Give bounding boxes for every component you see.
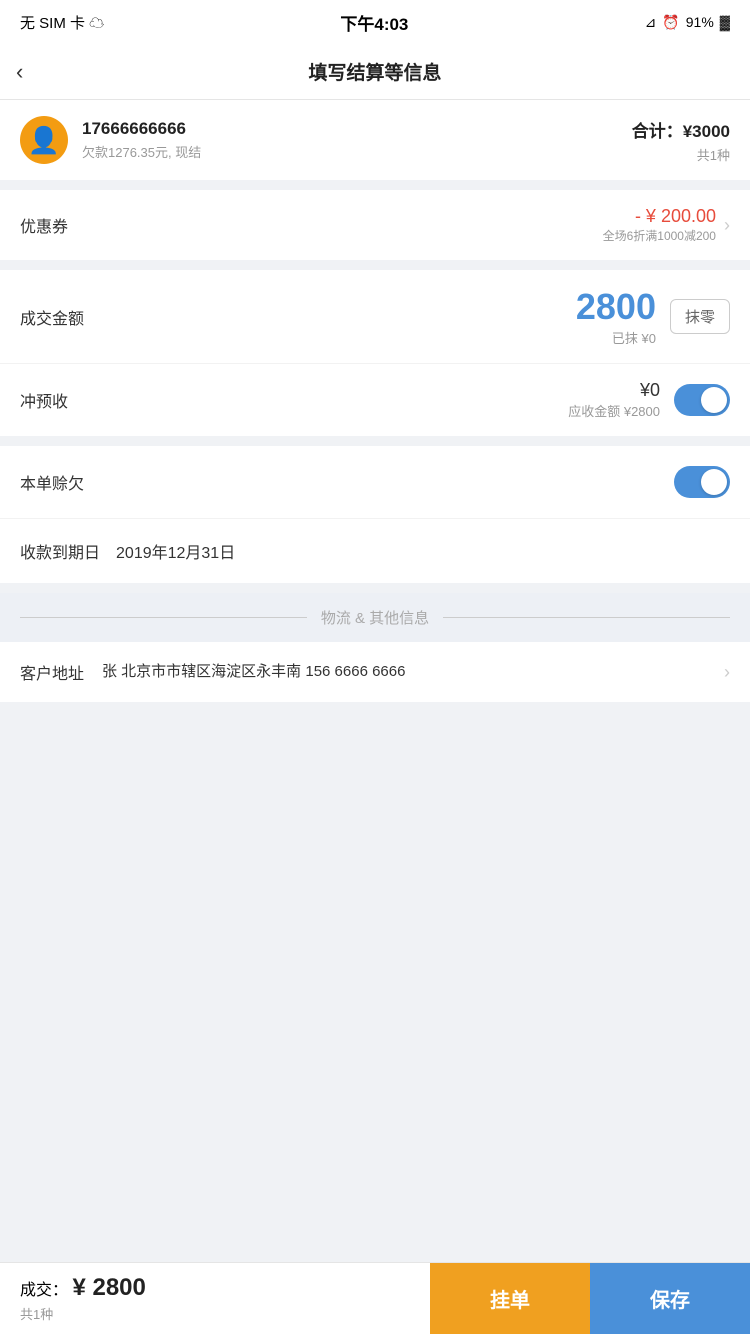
coupon-label: 优惠券: [20, 213, 68, 237]
address-value: 张 北京市市辖区海淀区永丰南 156 6666 6666: [102, 661, 724, 684]
status-right: ⊿ ⏰ 91% ▓: [645, 14, 730, 31]
filler-area: [0, 712, 750, 912]
address-chevron-icon: ›: [724, 662, 730, 683]
due-date-label: 收款到期日: [20, 539, 100, 563]
chevron-right-icon: ›: [724, 215, 730, 236]
status-left: 无 SIM 卡 ☁: [20, 12, 104, 33]
nav-bar: ‹ 填写结算等信息: [0, 44, 750, 100]
bottom-deal-label: 成交： ¥ 2800: [20, 1274, 410, 1302]
prepay-row: 冲预收 ¥0 应收金额 ¥2800: [0, 363, 750, 436]
status-bar: 无 SIM 卡 ☁ 下午4:03 ⊿ ⏰ 91% ▓: [0, 0, 750, 44]
logistics-divider: 物流 & 其他信息: [20, 607, 730, 628]
prepay-value: ¥0: [568, 380, 660, 401]
status-time: 下午4:03: [340, 10, 408, 35]
deal-amount-label: 成交金额: [20, 305, 84, 329]
prepay-toggle[interactable]: [674, 384, 730, 416]
deal-prefix: 成交：: [20, 1282, 68, 1299]
debt-label: 本单赊欠: [20, 470, 84, 494]
toggle-knob: [701, 387, 727, 413]
customer-sub: 欠款1276.35元, 现结: [82, 142, 632, 161]
prepay-sub: 应收金额 ¥2800: [568, 401, 660, 420]
deal-amount-row: 成交金额 2800 已抹 ¥0 抹零: [0, 270, 750, 363]
total-amount: 合计：¥3000: [632, 117, 730, 142]
total-count: 共1种: [632, 145, 730, 164]
prepay-col: ¥0 应收金额 ¥2800: [568, 380, 660, 420]
coupon-desc: 全场6折满1000减200: [603, 227, 716, 244]
hang-order-button[interactable]: 挂单: [430, 1263, 590, 1334]
customer-row: 👤 17666666666 欠款1276.35元, 现结 合计：¥3000 共1…: [0, 100, 750, 180]
coupon-row[interactable]: 优惠券 - ¥ 200.00 全场6折满1000减200 ›: [0, 190, 750, 260]
customer-phone: 17666666666: [82, 119, 632, 139]
customer-total: 合计：¥3000 共1种: [632, 117, 730, 164]
bottom-summary: 成交： ¥ 2800 共1种: [0, 1274, 430, 1323]
user-icon: 👤: [28, 125, 60, 156]
coupon-value: - ¥ 200.00: [603, 206, 716, 227]
deal-amount-section: 成交金额 2800 已抹 ¥0 抹零 冲预收 ¥0 应收金额 ¥2800: [0, 270, 750, 436]
location-icon: ⊿: [645, 14, 657, 31]
debt-toggle-knob: [701, 469, 727, 495]
bottom-bar: 成交： ¥ 2800 共1种 挂单 保存: [0, 1262, 750, 1334]
bottom-count: 共1种: [20, 1304, 410, 1323]
customer-section: 👤 17666666666 欠款1276.35元, 现结 合计：¥3000 共1…: [0, 100, 750, 180]
deal-amount-col: 2800 已抹 ¥0: [576, 286, 656, 347]
debt-toggle[interactable]: [674, 466, 730, 498]
page-title: 填写结算等信息: [308, 58, 441, 85]
logistics-label: 物流 & 其他信息: [321, 607, 429, 628]
address-section: 客户地址 张 北京市市辖区海淀区永丰南 156 6666 6666 ›: [0, 642, 750, 702]
due-date-row: 收款到期日 2019年12月31日: [0, 518, 750, 583]
deal-amount-sub: 已抹 ¥0: [576, 328, 656, 347]
bottom-amount: ¥ 2800: [72, 1274, 145, 1301]
sim-signal: 无 SIM 卡 ☁: [20, 12, 104, 33]
round-zero-button[interactable]: 抹零: [670, 299, 730, 334]
prepay-right: ¥0 应收金额 ¥2800: [568, 380, 730, 420]
customer-info: 17666666666 欠款1276.35元, 现结: [82, 119, 632, 161]
due-date-value: 2019年12月31日: [116, 539, 235, 563]
logistics-header: 物流 & 其他信息: [0, 593, 750, 642]
deal-amount-value: 2800: [576, 286, 656, 328]
battery-icon: ▓: [720, 14, 730, 30]
save-button[interactable]: 保存: [590, 1263, 750, 1334]
address-row[interactable]: 客户地址 张 北京市市辖区海淀区永丰南 156 6666 6666 ›: [0, 642, 750, 702]
debt-row: 本单赊欠: [0, 446, 750, 518]
debt-section: 本单赊欠 收款到期日 2019年12月31日: [0, 446, 750, 583]
avatar: 👤: [20, 116, 68, 164]
coupon-section: 优惠券 - ¥ 200.00 全场6折满1000减200 ›: [0, 190, 750, 260]
prepay-label: 冲预收: [20, 388, 68, 412]
deal-amount-right: 2800 已抹 ¥0 抹零: [576, 286, 730, 347]
alarm-icon: ⏰: [662, 14, 679, 31]
back-button[interactable]: ‹: [16, 59, 23, 85]
address-label: 客户地址: [20, 660, 84, 684]
coupon-right: - ¥ 200.00 全场6折满1000减200 ›: [603, 206, 730, 244]
battery-text: 91%: [686, 14, 714, 30]
